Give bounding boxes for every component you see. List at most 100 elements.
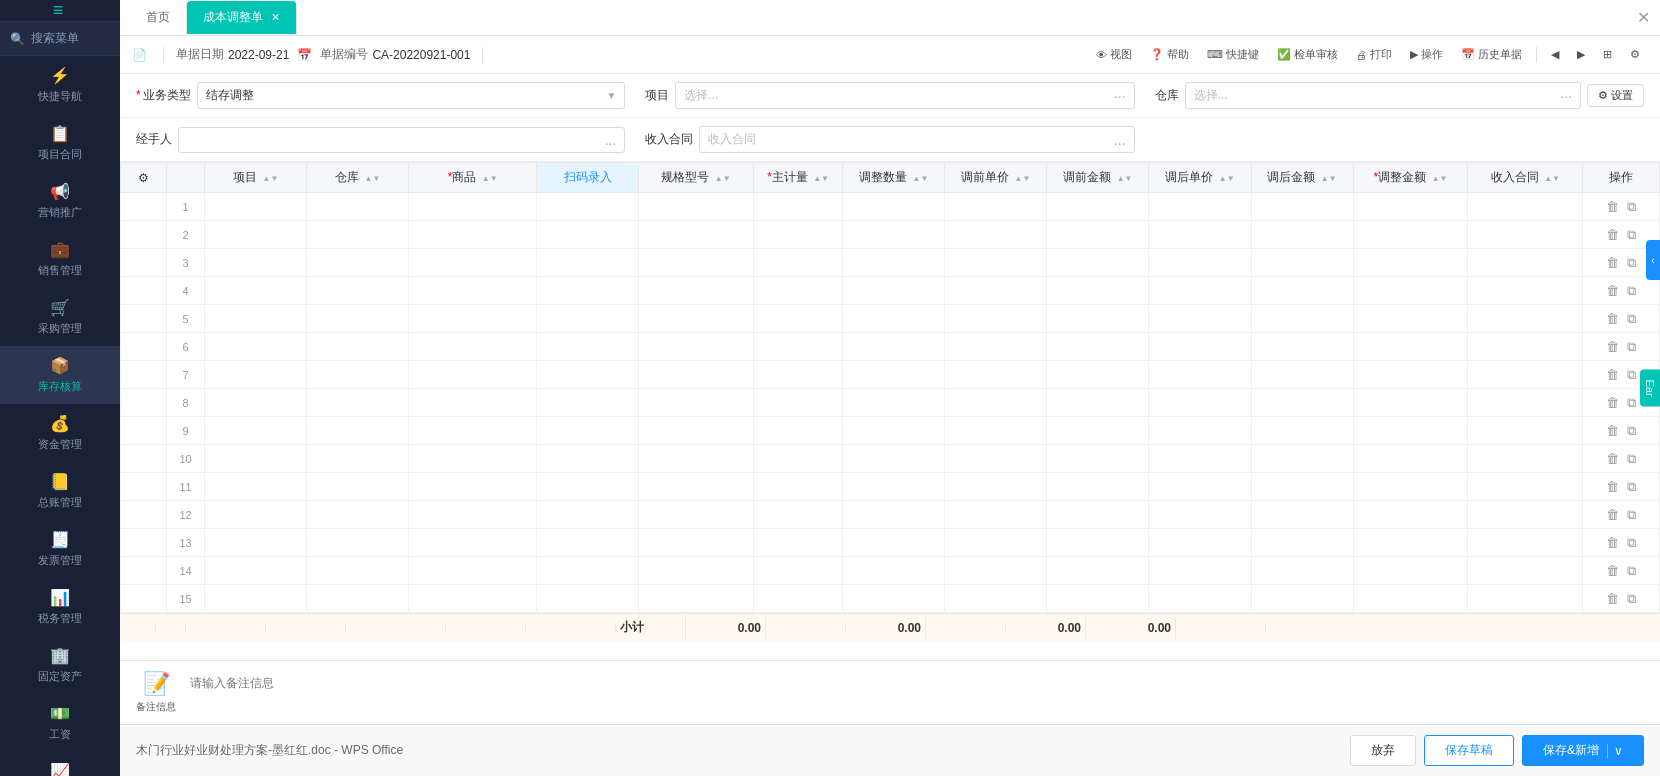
row-unit-cell[interactable] [753,277,842,305]
row-unit-cell[interactable] [753,305,842,333]
row-adj-qty-cell[interactable] [843,333,945,361]
row-adj-amount-cell[interactable] [1353,501,1468,529]
row-copy-icon[interactable]: ⧉ [1627,367,1636,382]
row-warehouse-cell[interactable] [307,445,409,473]
row-delete-icon[interactable]: 🗑 [1606,423,1619,438]
col-unit-header[interactable]: *主计量 ▲▼ [753,163,842,193]
row-project-cell[interactable] [205,361,307,389]
row-scan-cell[interactable] [536,585,638,613]
row-delete-icon[interactable]: 🗑 [1606,339,1619,354]
row-adj-qty-cell[interactable] [843,585,945,613]
row-spec-cell[interactable] [639,361,754,389]
row-product-cell[interactable] [409,277,537,305]
row-product-cell[interactable] [409,417,537,445]
row-project-cell[interactable] [205,193,307,221]
row-spec-cell[interactable] [639,529,754,557]
row-spec-cell[interactable] [639,473,754,501]
row-delete-icon[interactable]: 🗑 [1606,591,1619,606]
grid-btn[interactable]: ⊞ [1595,45,1620,64]
row-copy-icon[interactable]: ⧉ [1627,339,1636,354]
row-spec-cell[interactable] [639,249,754,277]
row-scan-cell[interactable] [536,389,638,417]
row-delete-icon[interactable]: 🗑 [1606,227,1619,242]
row-product-cell[interactable] [409,473,537,501]
row-scan-cell[interactable] [536,361,638,389]
row-copy-icon[interactable]: ⧉ [1627,283,1636,298]
audit-btn[interactable]: ✅ 检单审核 [1269,44,1346,65]
row-product-cell[interactable] [409,193,537,221]
row-adj-qty-cell[interactable] [843,193,945,221]
view-btn[interactable]: 👁 视图 [1088,44,1140,65]
history-btn[interactable]: 📅 历史单据 [1453,44,1530,65]
row-scan-cell[interactable] [536,277,638,305]
col-before-amount-header[interactable]: 调前金额 ▲▼ [1047,163,1149,193]
row-adj-qty-cell[interactable] [843,501,945,529]
row-delete-icon[interactable]: 🗑 [1606,255,1619,270]
row-delete-icon[interactable]: 🗑 [1606,395,1619,410]
nav-next-btn[interactable]: ▶ [1569,45,1593,64]
row-adj-qty-cell[interactable] [843,557,945,585]
business-type-input[interactable]: 结存调整 ▼ [197,82,626,109]
sidebar-item-tax-mgmt[interactable]: 📊 税务管理 [0,578,120,636]
sidebar-item-sales-promo[interactable]: 📢 营销推广 [0,172,120,230]
row-spec-cell[interactable] [639,193,754,221]
row-income-contract-cell[interactable] [1468,417,1583,445]
side-tab[interactable]: Ear [1640,369,1660,406]
row-adj-amount-cell[interactable] [1353,305,1468,333]
table-row[interactable]: 11 🗑 ⧉ [121,473,1660,501]
row-adj-amount-cell[interactable] [1353,445,1468,473]
row-adj-amount-cell[interactable] [1353,585,1468,613]
row-spec-cell[interactable] [639,585,754,613]
print-btn[interactable]: 🖨 打印 [1348,44,1400,65]
row-before-amount-cell[interactable] [1047,221,1149,249]
row-unit-cell[interactable] [753,389,842,417]
row-adj-qty-cell[interactable] [843,361,945,389]
row-after-amount-cell[interactable] [1251,249,1353,277]
row-before-price-cell[interactable] [945,305,1047,333]
save-draft-button[interactable]: 保存草稿 [1424,735,1514,766]
row-after-amount-cell[interactable] [1251,193,1353,221]
table-row[interactable]: 7 🗑 ⧉ [121,361,1660,389]
col-after-price-header[interactable]: 调后单价 ▲▼ [1149,163,1251,193]
row-after-price-cell[interactable] [1149,557,1251,585]
row-before-amount-cell[interactable] [1047,361,1149,389]
sidebar-item-quick-nav[interactable]: ⚡ 快捷导航 [0,56,120,114]
row-scan-cell[interactable] [536,249,638,277]
row-scan-cell[interactable] [536,529,638,557]
row-after-price-cell[interactable] [1149,473,1251,501]
row-spec-cell[interactable] [639,221,754,249]
row-unit-cell[interactable] [753,193,842,221]
row-delete-icon[interactable]: 🗑 [1606,507,1619,522]
row-after-price-cell[interactable] [1149,529,1251,557]
row-income-contract-cell[interactable] [1468,529,1583,557]
row-before-amount-cell[interactable] [1047,389,1149,417]
row-income-contract-cell[interactable] [1468,585,1583,613]
row-project-cell[interactable] [205,249,307,277]
row-delete-icon[interactable]: 🗑 [1606,535,1619,550]
calendar-icon-section[interactable]: 📅 [297,48,312,62]
row-income-contract-cell[interactable] [1468,221,1583,249]
row-copy-icon[interactable]: ⧉ [1627,199,1636,214]
row-after-amount-cell[interactable] [1251,445,1353,473]
row-before-price-cell[interactable] [945,417,1047,445]
row-warehouse-cell[interactable] [307,501,409,529]
tab-home[interactable]: 首页 [130,1,187,34]
row-warehouse-cell[interactable] [307,557,409,585]
remarks-input[interactable] [186,671,1644,707]
row-product-cell[interactable] [409,501,537,529]
row-after-amount-cell[interactable] [1251,501,1353,529]
row-before-price-cell[interactable] [945,445,1047,473]
row-adj-qty-cell[interactable] [843,445,945,473]
row-spec-cell[interactable] [639,557,754,585]
row-after-price-cell[interactable] [1149,193,1251,221]
row-copy-icon[interactable]: ⧉ [1627,591,1636,606]
table-row[interactable]: 4 🗑 ⧉ [121,277,1660,305]
table-row[interactable]: 8 🗑 ⧉ [121,389,1660,417]
help-btn[interactable]: ❓ 帮助 [1142,44,1197,65]
project-input[interactable]: 选择... ··· [675,82,1134,109]
sidebar-item-purchase-mgmt[interactable]: 🛒 采购管理 [0,288,120,346]
row-copy-icon[interactable]: ⧉ [1627,311,1636,326]
row-unit-cell[interactable] [753,361,842,389]
col-income-contract-header[interactable]: 收入合同 ▲▼ [1468,163,1583,193]
row-copy-icon[interactable]: ⧉ [1627,563,1636,578]
